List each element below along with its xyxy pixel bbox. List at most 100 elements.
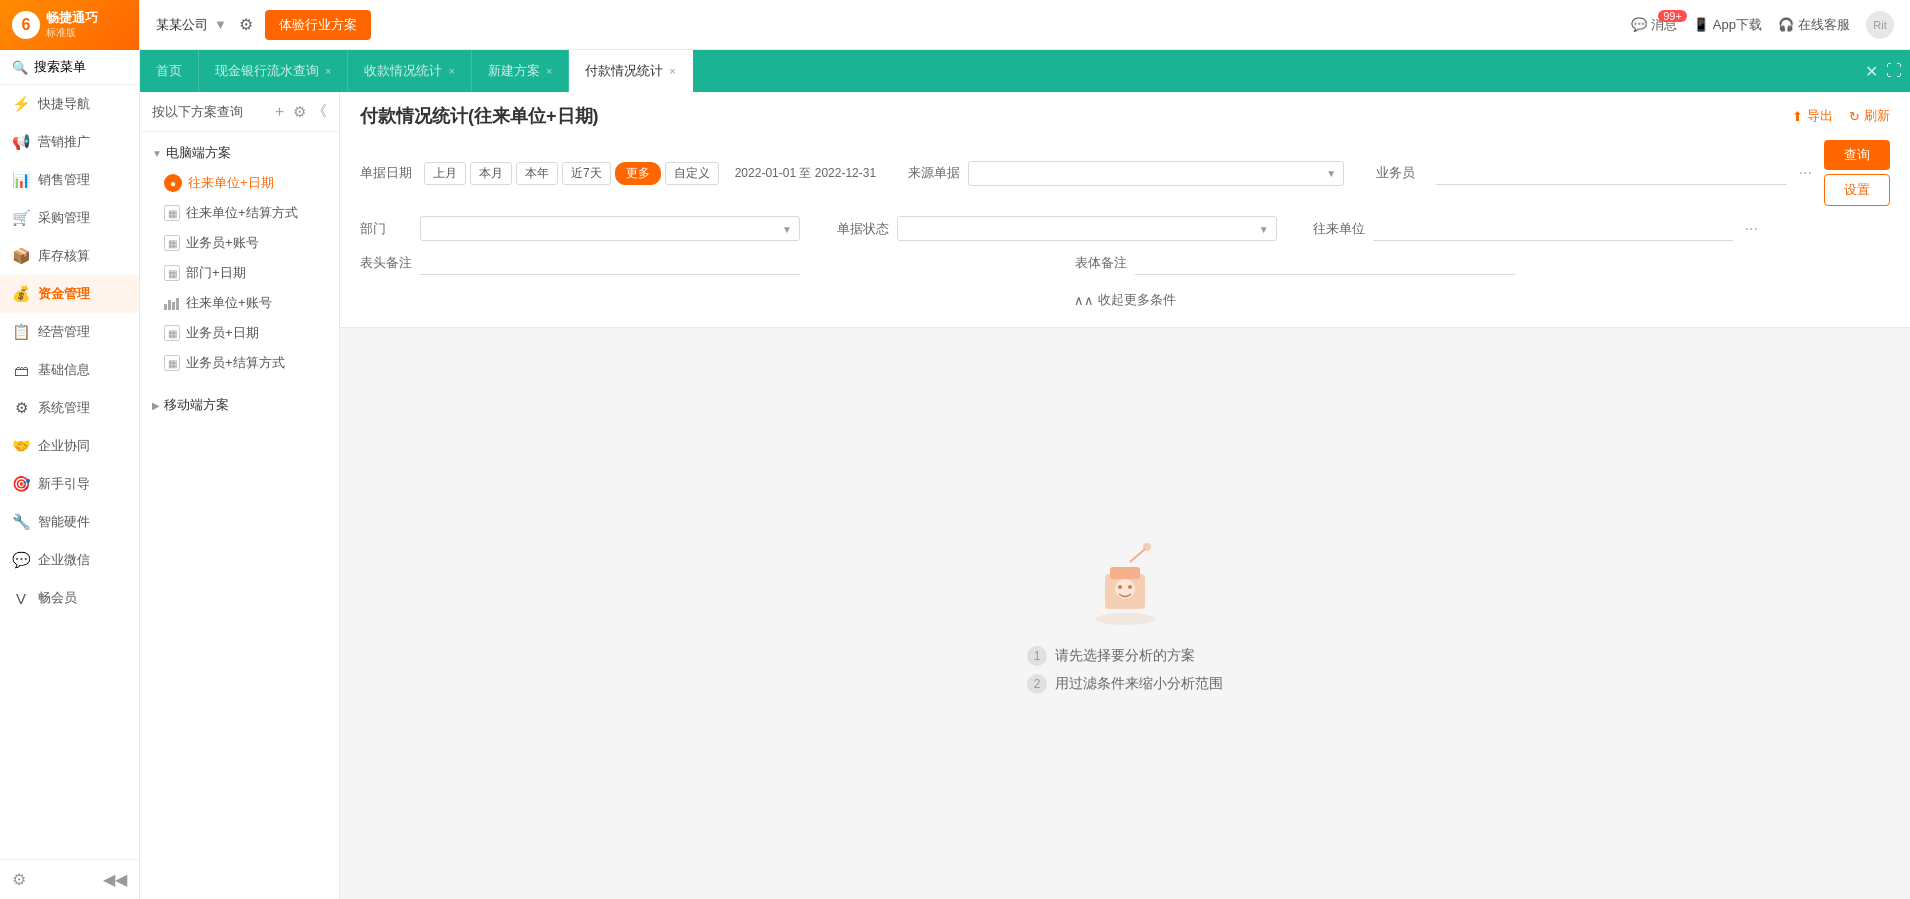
- table-body-note-input[interactable]: [1135, 251, 1515, 275]
- message-btn[interactable]: 💬 消息 99+: [1631, 16, 1677, 34]
- tab-new-scheme-close[interactable]: ×: [546, 65, 552, 77]
- scheme-query-label: 按以下方案查询: [152, 103, 243, 121]
- sidebar-item-hardware[interactable]: 🔧 智能硬件: [0, 503, 139, 541]
- message-icon: 💬: [1631, 17, 1647, 32]
- sidebar-footer: ⚙ ◀◀: [0, 859, 139, 899]
- date-btn-this-month[interactable]: 本月: [470, 162, 512, 185]
- filter-area: 付款情况统计(往来单位+日期) ⬆ 导出 ↻ 刷新 单据日期: [340, 92, 1910, 328]
- svg-point-4: [1118, 585, 1122, 589]
- tab-home[interactable]: 首页: [140, 50, 199, 92]
- scheme-item-salesperson-date[interactable]: ▦ 业务员+日期: [140, 318, 339, 348]
- mobile-group-toggle[interactable]: ▶ 移动端方案: [140, 390, 339, 420]
- dept-label: 部门: [360, 220, 412, 238]
- tab-close-all-btn[interactable]: ✕: [1865, 62, 1878, 81]
- settings-footer-icon[interactable]: ⚙: [12, 870, 26, 889]
- tab-bank-flow[interactable]: 现金银行流水查询 ×: [199, 50, 348, 92]
- mobile-group-label: 移动端方案: [164, 396, 229, 414]
- export-btn[interactable]: ⬆ 导出: [1792, 107, 1833, 125]
- sidebar-item-inventory[interactable]: 📦 库存核算: [0, 237, 139, 275]
- operation-icon: 📋: [12, 323, 30, 341]
- collapse-btn[interactable]: ∧∧ 收起更多条件: [1068, 285, 1182, 315]
- sidebar-item-basic[interactable]: 🗃 基础信息: [0, 351, 139, 389]
- capital-icon: 💰: [12, 285, 30, 303]
- company-selector[interactable]: 某某公司 ▼: [156, 16, 227, 34]
- dept-select-container[interactable]: [420, 216, 800, 241]
- source-doc-select[interactable]: [968, 161, 1344, 186]
- refresh-icon: ↻: [1849, 109, 1860, 124]
- app-icon: 📱: [1693, 17, 1709, 32]
- collapse-scheme-icon[interactable]: 《: [312, 102, 327, 121]
- tab-payment-stats[interactable]: 付款情况统计 ×: [569, 50, 692, 92]
- sidebar-item-label: 采购管理: [38, 209, 90, 227]
- sidebar-item-sales[interactable]: 📊 销售管理: [0, 161, 139, 199]
- dept-select[interactable]: [420, 216, 800, 241]
- sidebar-item-capital[interactable]: 💰 资金管理: [0, 275, 139, 313]
- date-btn-more[interactable]: 更多: [615, 162, 661, 185]
- search-menu-label: 搜索菜单: [34, 58, 86, 76]
- empty-tip-2: 2 用过滤条件来缩小分析范围: [1027, 674, 1223, 694]
- sidebar-item-guide[interactable]: 🎯 新手引导: [0, 465, 139, 503]
- app-download-btn[interactable]: 📱 App下载: [1693, 16, 1762, 34]
- mobile-scheme-group: ▶ 移动端方案: [140, 384, 339, 426]
- refresh-btn[interactable]: ↻ 刷新: [1849, 107, 1890, 125]
- page-title: 付款情况统计(往来单位+日期): [360, 104, 599, 128]
- sidebar-item-weixin[interactable]: 💬 企业微信: [0, 541, 139, 579]
- tab-payment-stats-close[interactable]: ×: [669, 65, 675, 77]
- add-scheme-icon[interactable]: ＋: [272, 102, 287, 121]
- scheme-item-salesperson-account[interactable]: ▦ 业务员+账号: [140, 228, 339, 258]
- doc-status-select[interactable]: [897, 216, 1277, 241]
- scheme-item-label: 往来单位+结算方式: [186, 204, 298, 222]
- pc-scheme-group: ▼ 电脑端方案 ● 往来单位+日期 ▦ 往来单位+结算方式 ▦ 业务员+账号 ▦: [140, 132, 339, 384]
- sidebar-item-label: 库存核算: [38, 247, 90, 265]
- user-avatar[interactable]: Rit: [1866, 11, 1894, 39]
- date-range-text: 2022-01-01 至 2022-12-31: [735, 166, 876, 180]
- scheme-item-dept-date[interactable]: ▦ 部门+日期: [140, 258, 339, 288]
- search-menu[interactable]: 🔍 搜索菜单: [0, 50, 139, 85]
- online-service-btn[interactable]: 🎧 在线客服: [1778, 16, 1850, 34]
- query-btn[interactable]: 查询: [1824, 140, 1890, 170]
- salesperson-input[interactable]: [1436, 161, 1787, 185]
- scheme-panel-header: 按以下方案查询 ＋ ⚙ 《: [140, 92, 339, 132]
- date-quick-buttons: 上月 本月 本年 近7天 更多 自定义: [424, 162, 719, 185]
- date-btn-this-year[interactable]: 本年: [516, 162, 558, 185]
- topbar-right: 💬 消息 99+ 📱 App下载 🎧 在线客服 Rit: [1631, 11, 1894, 39]
- doc-status-select-container[interactable]: [897, 216, 1277, 241]
- scheme-item-salesperson-settle[interactable]: ▦ 业务员+结算方式: [140, 348, 339, 378]
- sidebar-item-system[interactable]: ⚙ 系统管理: [0, 389, 139, 427]
- scheme-item-label: 往来单位+日期: [188, 174, 274, 192]
- date-btn-custom[interactable]: 自定义: [665, 162, 719, 185]
- tab-receipt-stats-close[interactable]: ×: [448, 65, 454, 77]
- partner-input[interactable]: [1373, 217, 1732, 241]
- sidebar-item-quick-nav[interactable]: ⚡ 快捷导航: [0, 85, 139, 123]
- salesperson-more-icon[interactable]: ···: [1799, 164, 1812, 182]
- brand-name: 畅捷通巧: [46, 10, 98, 27]
- sidebar-item-cooperation[interactable]: 🤝 企业协同: [0, 427, 139, 465]
- scheme-item-partner-account[interactable]: 往来单位+账号: [140, 288, 339, 318]
- tab-fullscreen-btn[interactable]: ⛶: [1886, 62, 1902, 80]
- sidebar-item-member[interactable]: V 畅会员: [0, 579, 139, 617]
- scheme-settings-icon[interactable]: ⚙: [293, 103, 306, 121]
- sidebar-item-label: 畅会员: [38, 589, 77, 607]
- table-head-note-input[interactable]: [420, 251, 800, 275]
- topbar-settings-icon[interactable]: ⚙: [239, 15, 253, 34]
- date-btn-last-month[interactable]: 上月: [424, 162, 466, 185]
- table-head-note-group: 表头备注: [360, 251, 1043, 275]
- sidebar-item-operation[interactable]: 📋 经营管理: [0, 313, 139, 351]
- date-btn-7days[interactable]: 近7天: [562, 162, 611, 185]
- sidebar-item-marketing[interactable]: 📢 营销推广: [0, 123, 139, 161]
- scheme-item-partner-settle[interactable]: ▦ 往来单位+结算方式: [140, 198, 339, 228]
- sidebar-item-purchase[interactable]: 🛒 采购管理: [0, 199, 139, 237]
- tab-receipt-stats[interactable]: 收款情况统计 ×: [348, 50, 471, 92]
- source-doc-group: 来源单据: [908, 161, 1344, 186]
- collapse-sidebar-icon[interactable]: ◀◀: [103, 870, 127, 889]
- trial-btn[interactable]: 体验行业方案: [265, 10, 371, 40]
- tab-bank-flow-label: 现金银行流水查询: [215, 62, 319, 80]
- purchase-icon: 🛒: [12, 209, 30, 227]
- pc-group-toggle[interactable]: ▼ 电脑端方案: [140, 138, 339, 168]
- source-doc-select-container[interactable]: [968, 161, 1344, 186]
- partner-more-icon[interactable]: ···: [1745, 220, 1758, 238]
- setting-btn[interactable]: 设置: [1824, 174, 1890, 206]
- tab-new-scheme[interactable]: 新建方案 ×: [472, 50, 569, 92]
- scheme-item-partner-date[interactable]: ● 往来单位+日期: [140, 168, 339, 198]
- tab-bank-flow-close[interactable]: ×: [325, 65, 331, 77]
